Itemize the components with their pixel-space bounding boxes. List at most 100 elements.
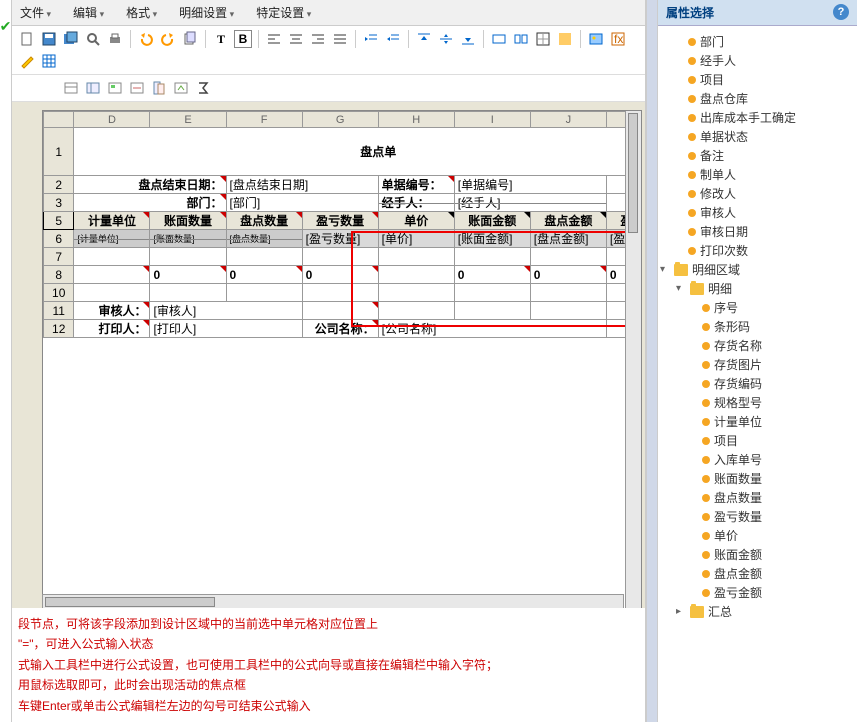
tree-item[interactable]: 盈亏金额: [672, 583, 853, 602]
tree-item[interactable]: 单据状态: [672, 127, 853, 146]
tree-item[interactable]: 项目: [672, 431, 853, 450]
bold-icon[interactable]: B: [234, 30, 252, 48]
preview-icon[interactable]: [84, 30, 102, 48]
tree-item[interactable]: 规格型号: [672, 393, 853, 412]
tree-item[interactable]: 审核人: [672, 203, 853, 222]
menu-format[interactable]: 格式: [124, 2, 159, 23]
tree-item[interactable]: 审核日期: [672, 222, 853, 241]
valign-top-icon[interactable]: [415, 30, 433, 48]
split-icon[interactable]: [512, 30, 530, 48]
menu-file[interactable]: 文件: [18, 2, 53, 23]
help-icon[interactable]: ?: [833, 4, 849, 20]
tree-item[interactable]: 项目: [672, 70, 853, 89]
new-icon[interactable]: [18, 30, 36, 48]
indent-icon[interactable]: [362, 30, 380, 48]
grid-icon[interactable]: [40, 52, 58, 70]
edit-icon[interactable]: [18, 52, 36, 70]
valign-middle-icon[interactable]: [437, 30, 455, 48]
tree-item[interactable]: 存货图片: [672, 355, 853, 374]
merge-icon[interactable]: [490, 30, 508, 48]
tb2-icon7[interactable]: [194, 79, 212, 97]
tree-item[interactable]: 账面金额: [672, 545, 853, 564]
align-justify-icon[interactable]: [331, 30, 349, 48]
align-center-icon[interactable]: [287, 30, 305, 48]
cell-price[interactable]: [单价]: [378, 230, 454, 248]
field-dept[interactable]: [部门]: [226, 194, 378, 212]
border-icon[interactable]: [534, 30, 552, 48]
hint-area: 段节点，可将该字段添加到设计区域中的当前选中单元格对应位置上 "="，可进入公式…: [12, 608, 645, 722]
sum-check-qty[interactable]: 0: [226, 266, 302, 284]
save-icon[interactable]: [40, 30, 58, 48]
bullet-icon: [688, 152, 696, 160]
bullet-icon: [688, 57, 696, 65]
tree-item[interactable]: 入库单号: [672, 450, 853, 469]
image-icon[interactable]: [587, 30, 605, 48]
divider-scroll[interactable]: [647, 0, 657, 722]
align-left-icon[interactable]: [265, 30, 283, 48]
tree-item[interactable]: ▾明细: [672, 279, 853, 298]
tree-item[interactable]: 计量单位: [672, 412, 853, 431]
copy-icon[interactable]: [181, 30, 199, 48]
fill-icon[interactable]: [556, 30, 574, 48]
tree-item[interactable]: 条形码: [672, 317, 853, 336]
vertical-scrollbar[interactable]: [625, 111, 641, 608]
tree-item[interactable]: 序号: [672, 298, 853, 317]
field-printer[interactable]: [打印人]: [150, 320, 302, 338]
print-icon[interactable]: [106, 30, 124, 48]
tree-item[interactable]: 盘点仓库: [672, 89, 853, 108]
field-company[interactable]: [公司名称]: [378, 320, 606, 338]
tree-item[interactable]: 盘点金额: [672, 564, 853, 583]
tree-item[interactable]: 经手人: [672, 51, 853, 70]
cell-unit[interactable]: [计量单位]: [74, 230, 150, 248]
tree-label: 打印次数: [700, 242, 748, 259]
tree-item[interactable]: 存货编码: [672, 374, 853, 393]
tb2-icon6[interactable]: [172, 79, 190, 97]
cell-book-qty[interactable]: [账面数量]: [150, 230, 226, 248]
tree-item[interactable]: 打印次数: [672, 241, 853, 260]
tb2-icon3[interactable]: [106, 79, 124, 97]
spreadsheet[interactable]: DEFGHIJK 1盘点单 2盘点结束日期：[盘点结束日期]单据编号：[单据编号…: [42, 110, 642, 608]
field-auditor[interactable]: [审核人]: [150, 302, 302, 320]
cell-diff-qty[interactable]: [盈亏数量]: [302, 230, 378, 248]
menu-special[interactable]: 特定设置: [254, 2, 313, 23]
outdent-icon[interactable]: [384, 30, 402, 48]
tree-item[interactable]: 盘点数量: [672, 488, 853, 507]
menu-edit[interactable]: 编辑: [71, 2, 106, 23]
undo-icon[interactable]: [137, 30, 155, 48]
cell-book-amt[interactable]: [账面金额]: [454, 230, 530, 248]
align-right-icon[interactable]: [309, 30, 327, 48]
sum-check-amt[interactable]: 0: [530, 266, 606, 284]
horizontal-scrollbar[interactable]: [42, 594, 624, 608]
field-bill-no[interactable]: [单据编号]: [454, 176, 606, 194]
tree-label: 存货图片: [714, 356, 762, 373]
text-icon[interactable]: T: [212, 30, 230, 48]
tree-item[interactable]: 盈亏数量: [672, 507, 853, 526]
tree-item[interactable]: 备注: [672, 146, 853, 165]
tb2-icon5[interactable]: [150, 79, 168, 97]
cell-check-qty[interactable]: [盘点数量]: [226, 230, 302, 248]
tb2-icon4[interactable]: [128, 79, 146, 97]
sum-diff-qty[interactable]: 0: [302, 266, 378, 284]
cell-check-amt[interactable]: [盘点金额]: [530, 230, 606, 248]
valign-bottom-icon[interactable]: [459, 30, 477, 48]
formula-icon[interactable]: fx: [609, 30, 627, 48]
saveall-icon[interactable]: [62, 30, 80, 48]
tree-item[interactable]: 部门: [672, 32, 853, 51]
sum-book-amt[interactable]: 0: [454, 266, 530, 284]
field-end-date[interactable]: [盘点结束日期]: [226, 176, 378, 194]
tree-item[interactable]: ▸汇总: [672, 602, 853, 621]
tree-item[interactable]: 制单人: [672, 165, 853, 184]
hdr-unit: 计量单位: [74, 212, 150, 230]
tree-item[interactable]: 存货名称: [672, 336, 853, 355]
tb2-icon1[interactable]: [62, 79, 80, 97]
tb2-icon2[interactable]: [84, 79, 102, 97]
field-handler[interactable]: [经手人]: [454, 194, 606, 212]
tree-item[interactable]: ▾明细区域: [672, 260, 853, 279]
sum-book-qty[interactable]: 0: [150, 266, 226, 284]
tree-item[interactable]: 修改人: [672, 184, 853, 203]
tree-item[interactable]: 单价: [672, 526, 853, 545]
redo-icon[interactable]: [159, 30, 177, 48]
menu-detail[interactable]: 明细设置: [177, 2, 236, 23]
tree-item[interactable]: 出库成本手工确定: [672, 108, 853, 127]
tree-item[interactable]: 账面数量: [672, 469, 853, 488]
